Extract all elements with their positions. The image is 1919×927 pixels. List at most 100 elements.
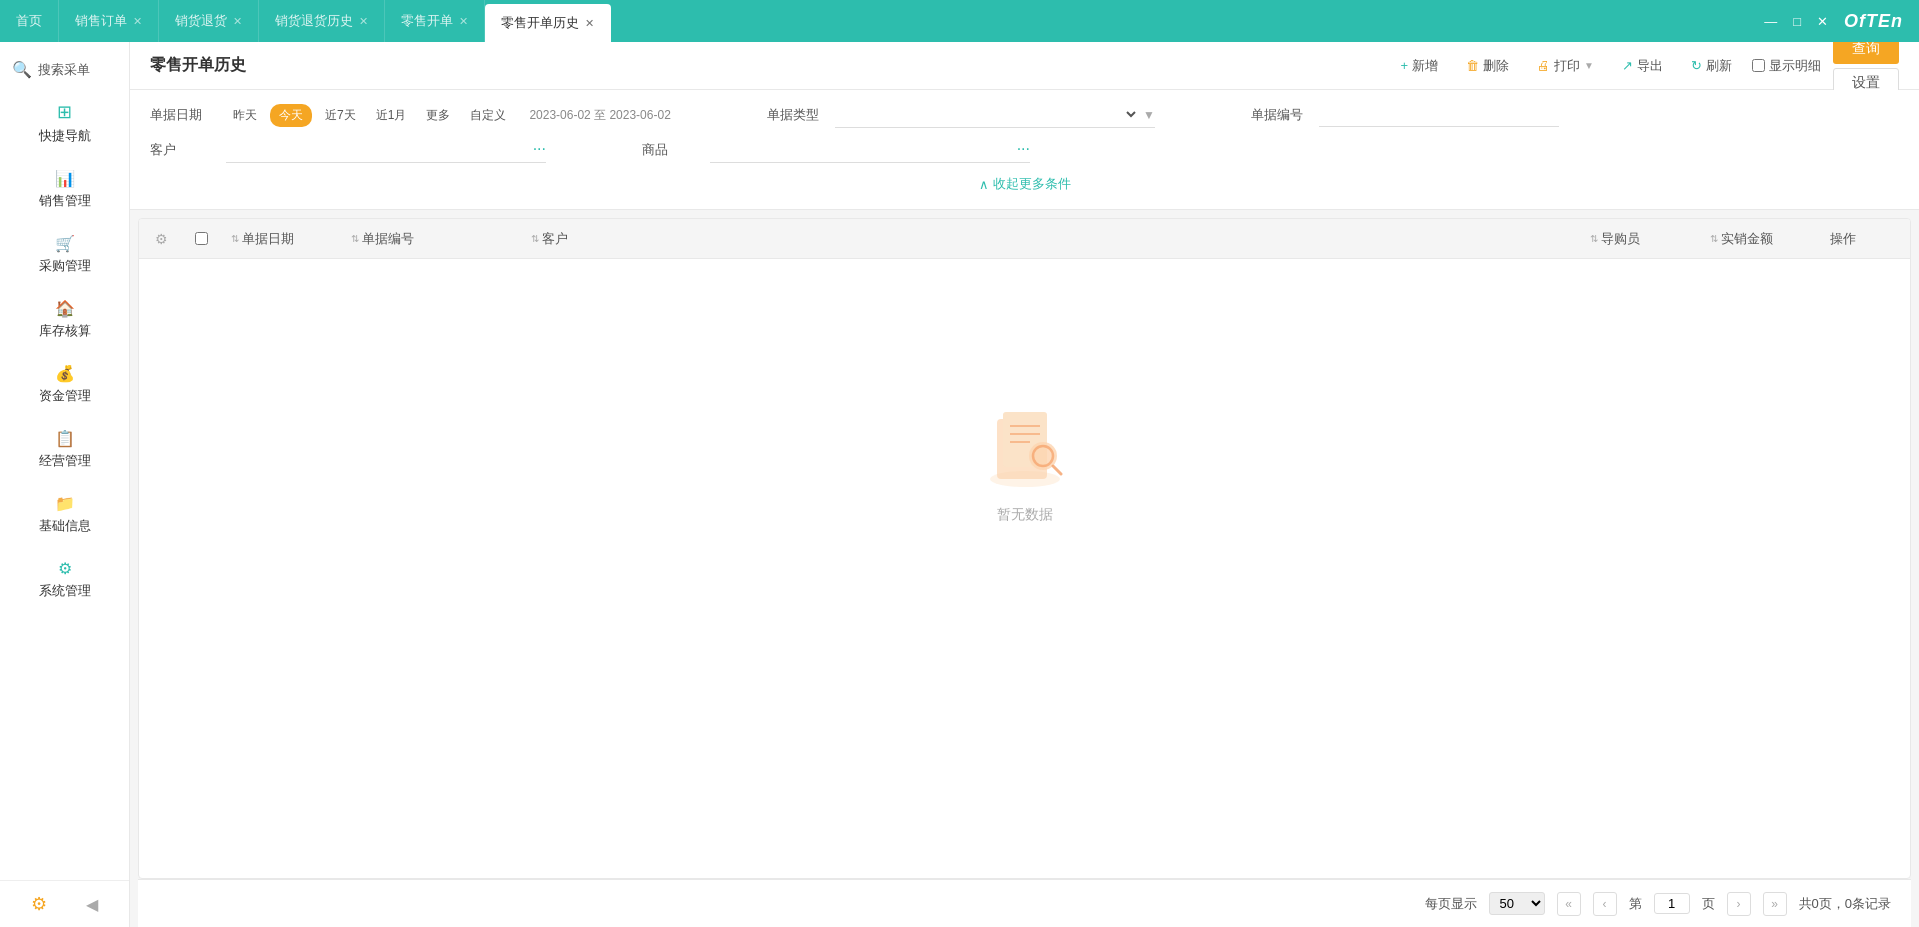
next-page-btn[interactable]: ›	[1727, 892, 1751, 916]
sidebar-item-sales-mgmt-label: 销售管理	[39, 192, 91, 210]
delete-button[interactable]: 🗑 删除	[1458, 53, 1517, 79]
tab-retail-open[interactable]: 零售开单 ✕	[385, 0, 485, 42]
inventory-icon: 🏠	[55, 299, 75, 318]
export-label: 导出	[1637, 57, 1663, 75]
today-btn[interactable]: 今天	[270, 104, 312, 127]
customer-input[interactable]	[226, 142, 529, 157]
page-suffix: 页	[1702, 895, 1715, 913]
order-no-input[interactable]	[1319, 107, 1559, 122]
sidebar-item-inventory[interactable]: 🏠 库存核算	[0, 287, 129, 352]
tab-sales-order[interactable]: 销售订单 ✕	[59, 0, 159, 42]
goods-input[interactable]	[710, 142, 1013, 157]
th-no[interactable]: ⇅ 单据编号	[343, 230, 523, 248]
date-filter-buttons: 昨天 今天 近7天 近1月 更多 自定义	[226, 104, 513, 127]
delete-icon: 🗑	[1466, 58, 1479, 73]
sidebar-item-finance[interactable]: 💰 资金管理	[0, 352, 129, 417]
th-check[interactable]	[187, 232, 223, 245]
sidebar-item-purchase-mgmt-label: 采购管理	[39, 257, 91, 275]
tab-retail-open-close[interactable]: ✕	[459, 15, 468, 28]
sidebar-item-inventory-label: 库存核算	[39, 322, 91, 340]
th-customer[interactable]: ⇅ 客户	[523, 230, 1582, 248]
customer-dots[interactable]: ···	[533, 140, 546, 158]
empty-state-icon	[975, 394, 1075, 494]
sidebar-item-system[interactable]: ⚙ 系统管理	[0, 547, 129, 612]
refresh-button[interactable]: ↻ 刷新	[1683, 53, 1740, 79]
order-type-label: 单据类型	[767, 106, 827, 124]
sort-date-icon: ⇅	[231, 233, 239, 244]
th-amount[interactable]: ⇅ 实销金额	[1702, 230, 1822, 248]
page-label: 第	[1629, 895, 1642, 913]
more-btn[interactable]: 更多	[419, 104, 457, 127]
th-gear[interactable]: ⚙	[147, 231, 187, 247]
page-header: 零售开单历史 + 新增 🗑 删除 🖨 打印 ▼ ↗ 导出	[130, 42, 1919, 90]
tab-sales-return-label: 销货退货	[175, 12, 227, 30]
tab-retail-open-history[interactable]: 零售开单历史 ✕	[485, 4, 611, 42]
display-detail-checkbox[interactable]	[1752, 59, 1765, 72]
prev-page-btn[interactable]: ‹	[1593, 892, 1617, 916]
sidebar-item-operation[interactable]: 📋 经营管理	[0, 417, 129, 482]
empty-state: 暂无数据	[139, 259, 1910, 659]
sort-customer-icon: ⇅	[531, 233, 539, 244]
first-page-btn[interactable]: «	[1557, 892, 1581, 916]
order-type-select-container: ▼	[835, 102, 1155, 128]
sidebar-search[interactable]: 🔍 搜索采单	[0, 50, 129, 89]
add-label: 新增	[1412, 57, 1438, 75]
th-date[interactable]: ⇅ 单据日期	[223, 230, 343, 248]
customer-filter-label: 客户	[150, 141, 210, 159]
total-text: 共0页，0条记录	[1799, 895, 1891, 913]
sidebar-settings-icon[interactable]: ⚙	[31, 893, 47, 915]
tab-bar-right: — □ ✕ OfTEn	[1764, 11, 1919, 32]
page-input[interactable]	[1654, 893, 1690, 914]
tab-sales-return[interactable]: 销货退货 ✕	[159, 0, 259, 42]
last-page-btn[interactable]: »	[1763, 892, 1787, 916]
base-info-icon: 📁	[55, 494, 75, 513]
window-close[interactable]: ✕	[1817, 14, 1828, 29]
sidebar-collapse-icon[interactable]: ◀	[86, 895, 98, 914]
tab-sales-return-history-close[interactable]: ✕	[359, 15, 368, 28]
print-button[interactable]: 🖨 打印 ▼	[1529, 53, 1602, 79]
sidebar-item-quick-nav[interactable]: ⊞ 快捷导航	[0, 89, 129, 157]
add-icon: +	[1401, 58, 1409, 73]
delete-label: 删除	[1483, 57, 1509, 75]
sidebar-item-base-info-label: 基础信息	[39, 517, 91, 535]
filter-row-2: 客户 ··· 商品 ···	[150, 136, 1899, 163]
export-button[interactable]: ↗ 导出	[1614, 53, 1671, 79]
tab-sales-order-close[interactable]: ✕	[133, 15, 142, 28]
tab-retail-open-history-close[interactable]: ✕	[585, 17, 594, 30]
svg-line-8	[1053, 466, 1061, 474]
brand-logo: OfTEn	[1844, 11, 1903, 32]
display-detail-checkbox-label: 显示明细	[1752, 57, 1821, 75]
tab-retail-open-history-label: 零售开单历史	[501, 14, 579, 32]
print-label: 打印	[1554, 57, 1580, 75]
query-button[interactable]: 查询	[1833, 42, 1899, 64]
th-guide[interactable]: ⇅ 导购员	[1582, 230, 1702, 248]
tab-sales-return-history[interactable]: 销货退货历史 ✕	[259, 0, 385, 42]
sidebar-item-base-info[interactable]: 📁 基础信息	[0, 482, 129, 547]
tab-sales-return-close[interactable]: ✕	[233, 15, 242, 28]
sort-guide-icon: ⇅	[1590, 233, 1598, 244]
last7-btn[interactable]: 近7天	[318, 104, 363, 127]
add-button[interactable]: + 新增	[1393, 53, 1447, 79]
th-op-label: 操作	[1830, 230, 1856, 248]
th-amount-label: 实销金额	[1721, 230, 1773, 248]
operation-icon: 📋	[55, 429, 75, 448]
export-icon: ↗	[1622, 58, 1633, 73]
collapse-row[interactable]: ∧ 收起更多条件	[150, 171, 1899, 197]
pagination-bar: 每页显示 50 100 200 « ‹ 第 页 › » 共0页，0条记录	[138, 879, 1911, 927]
tab-retail-open-label: 零售开单	[401, 12, 453, 30]
order-type-select[interactable]	[835, 106, 1139, 123]
custom-btn[interactable]: 自定义	[463, 104, 513, 127]
goods-input-container: ···	[710, 136, 1030, 163]
window-minimize[interactable]: —	[1764, 14, 1777, 29]
select-all-checkbox[interactable]	[195, 232, 208, 245]
yesterday-btn[interactable]: 昨天	[226, 104, 264, 127]
tab-home[interactable]: 首页	[0, 0, 59, 42]
sidebar-item-sales-mgmt[interactable]: 📊 销售管理	[0, 157, 129, 222]
last-month-btn[interactable]: 近1月	[369, 104, 414, 127]
per-page-select[interactable]: 50 100 200	[1489, 892, 1545, 915]
order-no-input-container	[1319, 103, 1559, 127]
sidebar-item-purchase-mgmt[interactable]: 🛒 采购管理	[0, 222, 129, 287]
goods-dots[interactable]: ···	[1017, 140, 1030, 158]
window-maximize[interactable]: □	[1793, 14, 1801, 29]
th-customer-label: 客户	[542, 230, 568, 248]
